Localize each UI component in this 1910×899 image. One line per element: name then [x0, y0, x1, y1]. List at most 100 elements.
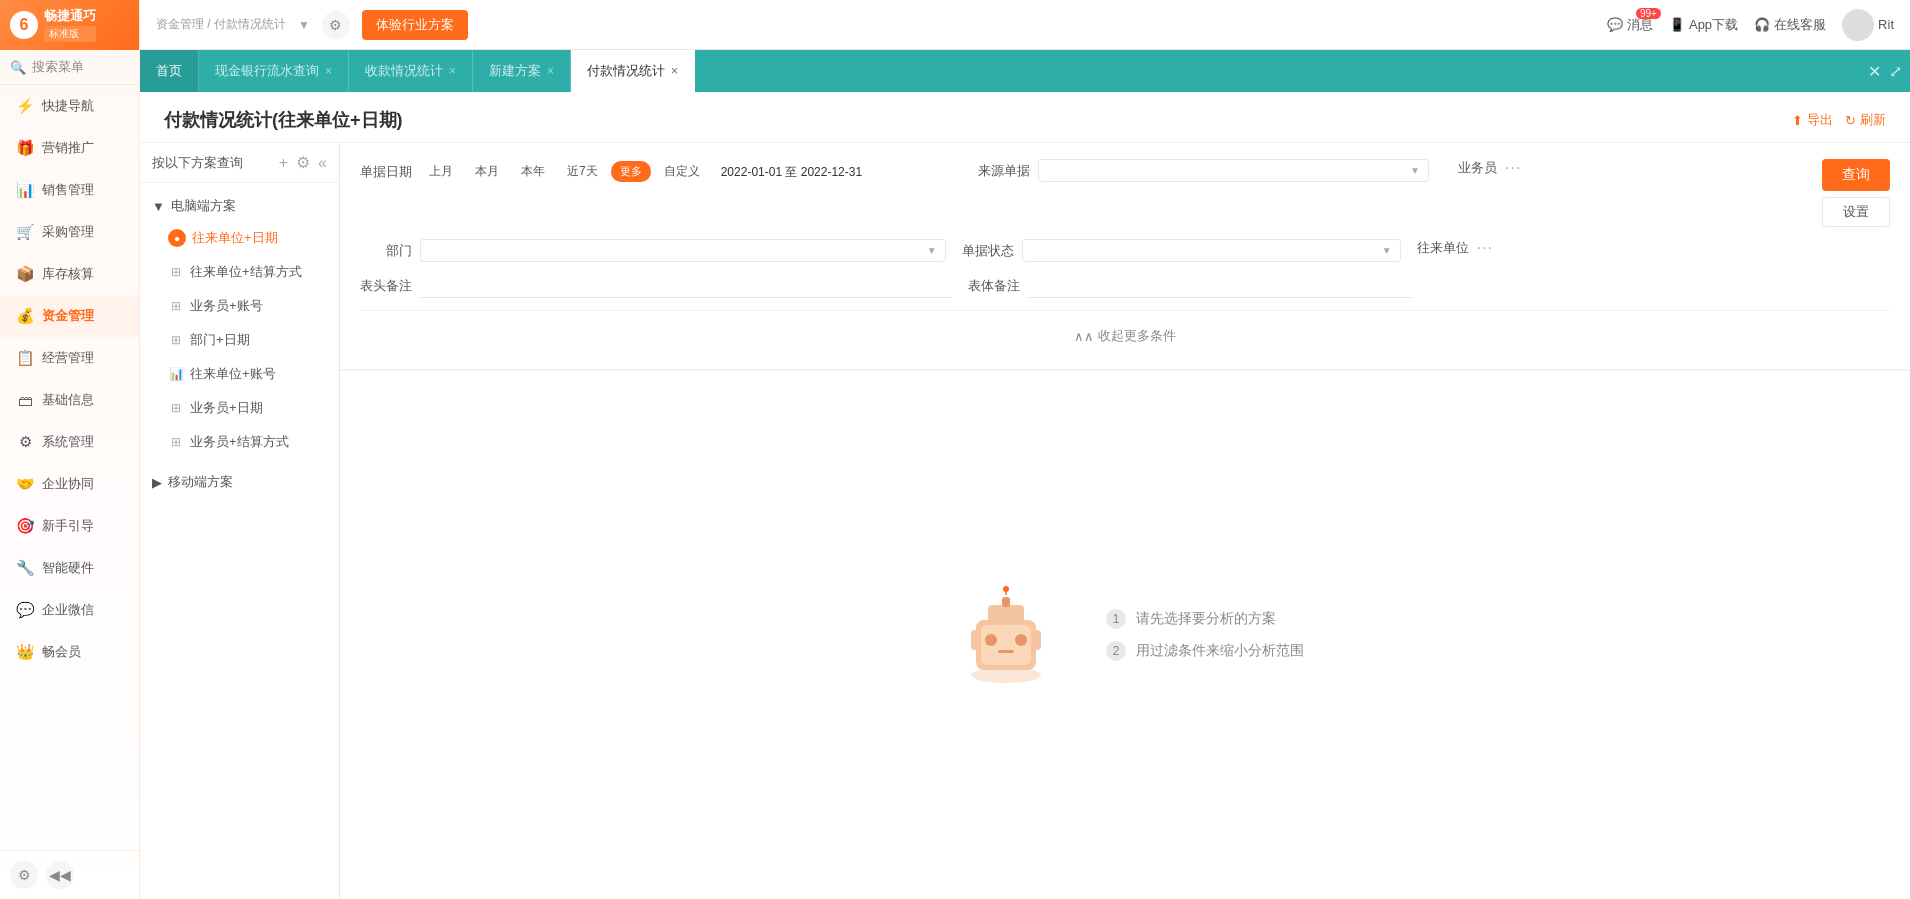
- capital-icon: 💰: [16, 307, 34, 325]
- tab-bank-flow-close[interactable]: ×: [325, 64, 332, 78]
- collapse-panel-btn[interactable]: «: [318, 154, 327, 172]
- scheme-staff-account[interactable]: ⊞ 业务员+账号: [140, 289, 339, 323]
- tab-payment-stat-label: 付款情况统计: [587, 62, 665, 80]
- dept-label: 部门: [360, 242, 412, 260]
- sidebar-item-guide[interactable]: 🎯 新手引导: [0, 505, 139, 547]
- topbar-dropdown-icon[interactable]: ▼: [298, 18, 310, 32]
- sidebar-item-system[interactable]: ⚙ 系统管理: [0, 421, 139, 463]
- dept-control: ▼: [420, 239, 946, 262]
- filter-area: 单据日期 上月 本月 本年 近7天 更多 自定义: [340, 143, 1910, 370]
- std-label: 标准版: [44, 26, 96, 42]
- content-layout: 按以下方案查询 + ⚙ « ▼ 电脑端方案 ● 往来单位+日期 ⊞: [140, 143, 1910, 899]
- sidebar-item-wechat[interactable]: 💬 企业微信: [0, 589, 139, 631]
- empty-illustration: [946, 575, 1066, 695]
- query-button[interactable]: 查询: [1822, 159, 1890, 191]
- refresh-btn[interactable]: ↻ 刷新: [1845, 111, 1886, 129]
- sidebar-item-quick-nav[interactable]: ⚡ 快捷导航: [0, 85, 139, 127]
- sidebar-item-label: 库存核算: [42, 265, 94, 283]
- scheme-unit-settle-label: 往来单位+结算方式: [190, 263, 302, 281]
- table-icon-3: ⊞: [168, 332, 184, 348]
- status-select[interactable]: ▼: [1022, 239, 1401, 262]
- sidebar-item-sales[interactable]: 📊 销售管理: [0, 169, 139, 211]
- filter-date-item: 单据日期 上月 本月 本年 近7天 更多 自定义: [360, 159, 962, 184]
- scheme-unit-account[interactable]: 📊 往来单位+账号: [140, 357, 339, 391]
- wechat-icon: 💬: [16, 601, 34, 619]
- online-service-btn[interactable]: 🎧 在线客服: [1754, 16, 1826, 34]
- filter-header-note-item: 表头备注: [360, 274, 952, 298]
- sidebar-item-inventory[interactable]: 📦 库存核算: [0, 253, 139, 295]
- tab-expand-btn[interactable]: ⤢: [1889, 62, 1902, 81]
- scheme-dept-date[interactable]: ⊞ 部门+日期: [140, 323, 339, 357]
- search-menu[interactable]: 🔍 搜索菜单: [0, 50, 139, 85]
- mobile-group-header[interactable]: ▶ 移动端方案: [152, 473, 327, 491]
- salesman-dots-btn[interactable]: ···: [1505, 159, 1521, 177]
- sidebar-item-label: 智能硬件: [42, 559, 94, 577]
- marketing-icon: 🎁: [16, 139, 34, 157]
- date-btn-7days[interactable]: 近7天: [558, 159, 607, 184]
- mobile-scheme-group: ▶ 移动端方案: [140, 467, 339, 497]
- sidebar-item-label: 企业协同: [42, 475, 94, 493]
- guide-icon: 🎯: [16, 517, 34, 535]
- collapse-filter-btn[interactable]: ∧∧ 收起更多条件: [360, 319, 1890, 353]
- status-control: ▼: [1022, 239, 1401, 262]
- header-note-input[interactable]: [420, 274, 952, 298]
- filter-settings-button[interactable]: 设置: [1822, 197, 1890, 227]
- tab-close-all-btn[interactable]: ✕: [1868, 62, 1881, 81]
- tab-home[interactable]: 首页: [140, 50, 199, 92]
- tabs-right-controls: ✕ ⤢: [1860, 50, 1910, 92]
- tab-receipt-stat[interactable]: 收款情况统计 ×: [349, 50, 473, 92]
- scheme-unit-date[interactable]: ● 往来单位+日期: [140, 221, 339, 255]
- body-note-input[interactable]: [1028, 274, 1412, 298]
- filter-row-1: 单据日期 上月 本月 本年 近7天 更多 自定义: [360, 159, 1890, 227]
- topbar-gear-btn[interactable]: ⚙: [322, 11, 350, 39]
- scheme-staff-date-label: 业务员+日期: [190, 399, 263, 417]
- tab-receipt-close[interactable]: ×: [449, 64, 456, 78]
- sidebar-item-marketing[interactable]: 🎁 营销推广: [0, 127, 139, 169]
- tab-new-scheme-close[interactable]: ×: [547, 64, 554, 78]
- tab-bank-flow[interactable]: 现金银行流水查询 ×: [199, 50, 349, 92]
- source-select[interactable]: ▼: [1038, 159, 1429, 182]
- add-scheme-btn[interactable]: +: [279, 154, 288, 172]
- sidebar-item-label: 经营管理: [42, 349, 94, 367]
- user-name: Rit: [1878, 17, 1894, 32]
- dept-select[interactable]: ▼: [420, 239, 946, 262]
- sidebar-item-hardware[interactable]: 🔧 智能硬件: [0, 547, 139, 589]
- export-btn[interactable]: ⬆ 导出: [1792, 111, 1833, 129]
- tab-new-scheme-label: 新建方案: [489, 62, 541, 80]
- date-btn-custom[interactable]: 自定义: [655, 159, 709, 184]
- sidebar-item-capital[interactable]: 💰 资金管理: [0, 295, 139, 337]
- left-panel: 按以下方案查询 + ⚙ « ▼ 电脑端方案 ● 往来单位+日期 ⊞: [140, 143, 340, 899]
- app-download-btn[interactable]: 📱 App下载: [1669, 16, 1738, 34]
- sidebar-item-label: 销售管理: [42, 181, 94, 199]
- pc-group-header[interactable]: ▼ 电脑端方案: [140, 191, 339, 221]
- tab-payment-close[interactable]: ×: [671, 64, 678, 78]
- export-icon: ⬆: [1792, 113, 1803, 128]
- sidebar-item-enterprise[interactable]: 🤝 企业协同: [0, 463, 139, 505]
- scheme-staff-date[interactable]: ⊞ 业务员+日期: [140, 391, 339, 425]
- scheme-staff-settle[interactable]: ⊞ 业务员+结算方式: [140, 425, 339, 459]
- partner-dots-btn[interactable]: ···: [1477, 239, 1493, 257]
- sidebar-item-label: 营销推广: [42, 139, 94, 157]
- scheme-unit-settle[interactable]: ⊞ 往来单位+结算方式: [140, 255, 339, 289]
- sidebar-item-member[interactable]: 👑 畅会员: [0, 631, 139, 673]
- filter-salesman-item: 业务员 ···: [1445, 159, 1806, 177]
- date-btn-more[interactable]: 更多: [611, 161, 651, 182]
- collapse-sidebar-btn[interactable]: ◀◀: [46, 861, 74, 889]
- sidebar-item-purchase[interactable]: 🛒 采购管理: [0, 211, 139, 253]
- tab-payment-stat[interactable]: 付款情况统计 ×: [571, 50, 695, 92]
- settings-footer-btn[interactable]: ⚙: [10, 861, 38, 889]
- header-note-control: [420, 274, 952, 298]
- sidebar-item-basic-info[interactable]: 🗃 基础信息: [0, 379, 139, 421]
- date-btn-last-month[interactable]: 上月: [420, 159, 462, 184]
- sidebar-item-operation[interactable]: 📋 经营管理: [0, 337, 139, 379]
- svg-rect-6: [971, 630, 979, 650]
- date-btn-this-year[interactable]: 本年: [512, 159, 554, 184]
- messages-btn[interactable]: 💬 消息 99+: [1607, 16, 1653, 34]
- scheme-settings-btn[interactable]: ⚙: [296, 153, 310, 172]
- tab-new-scheme[interactable]: 新建方案 ×: [473, 50, 571, 92]
- export-label: 导出: [1807, 111, 1833, 129]
- date-btn-this-month[interactable]: 本月: [466, 159, 508, 184]
- scheme-unit-account-label: 往来单位+账号: [190, 365, 276, 383]
- try-industry-btn[interactable]: 体验行业方案: [362, 10, 468, 40]
- user-profile-btn[interactable]: Rit: [1842, 9, 1894, 41]
